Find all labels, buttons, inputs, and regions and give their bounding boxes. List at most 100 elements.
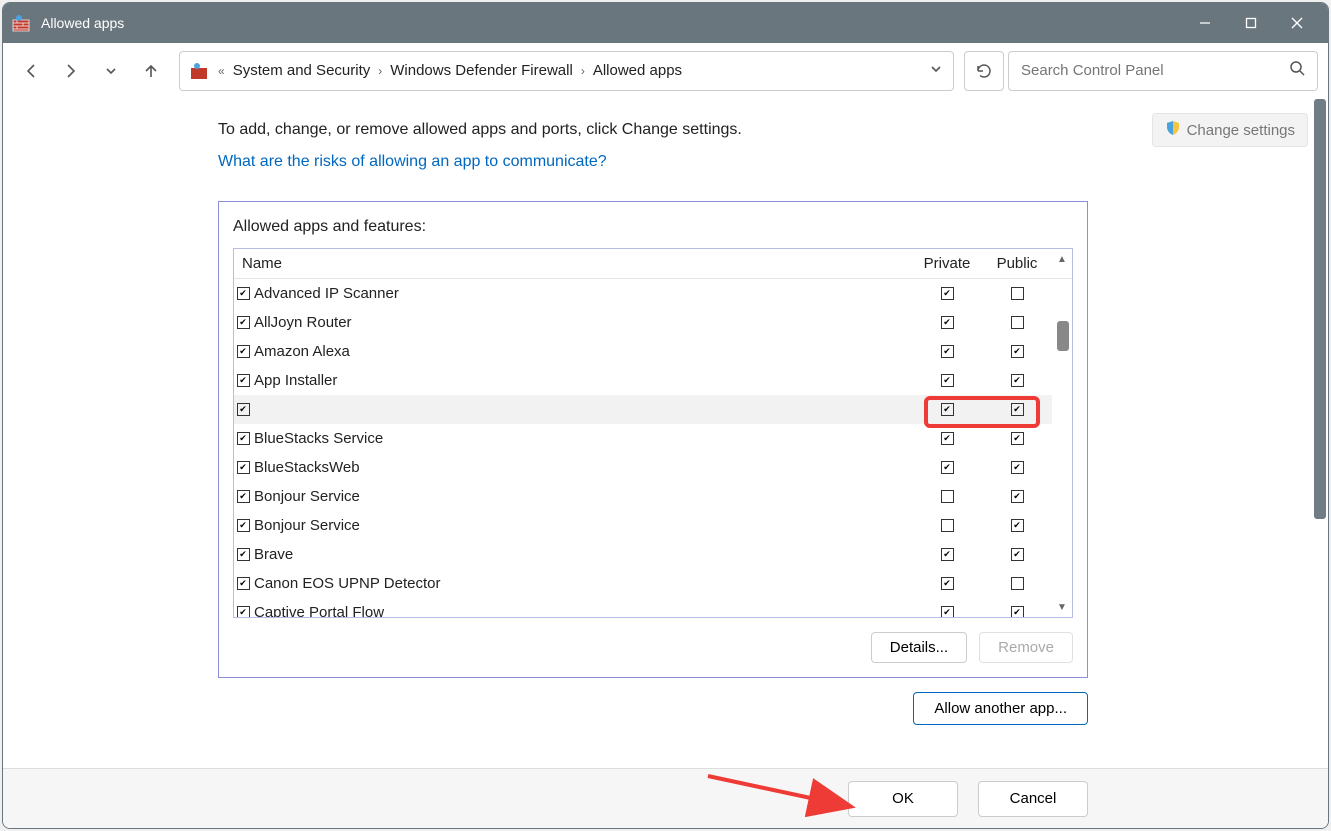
table-row[interactable]: App Installer [234, 366, 1052, 395]
lead-text: To add, change, or remove allowed apps a… [218, 121, 1308, 139]
forward-button[interactable] [53, 53, 89, 89]
table-row[interactable]: Amazon Alexa [234, 337, 1052, 366]
checkbox[interactable] [237, 490, 250, 503]
col-public[interactable]: Public [982, 255, 1052, 272]
checkbox[interactable] [237, 548, 250, 561]
content: To add, change, or remove allowed apps a… [3, 99, 1328, 768]
scroll-up-icon[interactable]: ▲ [1052, 249, 1072, 269]
checkbox[interactable] [237, 287, 250, 300]
change-settings-label: Change settings [1187, 122, 1295, 139]
app-name: Bonjour Service [252, 517, 912, 534]
scroll-down-icon[interactable]: ▼ [1052, 597, 1072, 617]
checkbox[interactable] [1011, 606, 1024, 617]
checkbox[interactable] [941, 287, 954, 300]
back-button[interactable] [13, 53, 49, 89]
checkbox[interactable] [941, 548, 954, 561]
breadcrumb-seg1[interactable]: System and Security [233, 62, 371, 79]
checkbox[interactable] [941, 490, 954, 503]
checkbox[interactable] [1011, 461, 1024, 474]
recent-dropdown[interactable] [93, 53, 129, 89]
list-scrollbar[interactable]: ▲ ▼ [1052, 249, 1072, 617]
checkbox[interactable] [941, 432, 954, 445]
app-name: Canon EOS UPNP Detector [252, 575, 912, 592]
checkbox[interactable] [941, 577, 954, 590]
table-row[interactable]: Bonjour Service [234, 482, 1052, 511]
checkbox[interactable] [1011, 432, 1024, 445]
up-button[interactable] [133, 53, 169, 89]
col-name[interactable]: Name [234, 255, 912, 272]
minimize-button[interactable] [1182, 3, 1228, 43]
remove-button[interactable]: Remove [979, 632, 1073, 663]
checkbox[interactable] [237, 345, 250, 358]
checkbox[interactable] [237, 432, 250, 445]
change-settings-button[interactable]: Change settings [1152, 113, 1308, 147]
chevron-left-icon: « [218, 64, 225, 78]
checkbox[interactable] [237, 403, 250, 416]
checkbox[interactable] [941, 461, 954, 474]
checkbox[interactable] [941, 606, 954, 617]
checkbox[interactable] [941, 519, 954, 532]
app-name: App Installer [252, 372, 912, 389]
panel-title: Allowed apps and features: [233, 218, 1073, 236]
checkbox[interactable] [1011, 374, 1024, 387]
scroll-thumb[interactable] [1057, 321, 1069, 351]
chevron-right-icon: › [378, 64, 382, 78]
checkbox[interactable] [941, 316, 954, 329]
chevron-down-icon[interactable] [929, 62, 943, 79]
ok-button[interactable]: OK [848, 781, 958, 817]
checkbox[interactable] [237, 461, 250, 474]
checkbox[interactable] [1011, 577, 1024, 590]
app-name: BlueStacks Service [252, 430, 912, 447]
checkbox[interactable] [941, 345, 954, 358]
checkbox[interactable] [1011, 490, 1024, 503]
window-scrollbar[interactable] [1312, 99, 1326, 768]
search-input[interactable] [1021, 62, 1289, 79]
app-name: Amazon Alexa [252, 343, 912, 360]
allow-another-app-button[interactable]: Allow another app... [913, 692, 1088, 725]
table-row[interactable]: BlueStacks Service [234, 424, 1052, 453]
risk-link[interactable]: What are the risks of allowing an app to… [218, 153, 607, 171]
allowed-apps-panel: Allowed apps and features: Name Private … [218, 201, 1088, 678]
checkbox[interactable] [1011, 287, 1024, 300]
checkbox[interactable] [1011, 316, 1024, 329]
details-button[interactable]: Details... [871, 632, 967, 663]
breadcrumb-seg3[interactable]: Allowed apps [593, 62, 682, 79]
app-name: Bonjour Service [252, 488, 912, 505]
checkbox[interactable] [1011, 548, 1024, 561]
table-row[interactable] [234, 395, 1052, 424]
window-title: Allowed apps [41, 15, 1182, 31]
table-row[interactable]: BlueStacksWeb [234, 453, 1052, 482]
checkbox[interactable] [237, 577, 250, 590]
window: Allowed apps « System and Security › Win… [2, 2, 1329, 829]
refresh-button[interactable] [964, 51, 1004, 91]
checkbox[interactable] [237, 519, 250, 532]
breadcrumb-seg2[interactable]: Windows Defender Firewall [390, 62, 573, 79]
checkbox[interactable] [941, 374, 954, 387]
app-name: Advanced IP Scanner [252, 285, 912, 302]
checkbox[interactable] [941, 403, 954, 416]
arrow-annotation [703, 768, 863, 818]
checkbox[interactable] [1011, 519, 1024, 532]
table-row[interactable]: Bonjour Service [234, 511, 1052, 540]
table-row[interactable]: Brave [234, 540, 1052, 569]
table-row[interactable]: AllJoyn Router [234, 308, 1052, 337]
list-body[interactable]: Advanced IP Scanner AllJoyn Router Amazon … [234, 279, 1052, 617]
checkbox[interactable] [237, 606, 250, 617]
checkbox[interactable] [237, 374, 250, 387]
checkbox[interactable] [237, 316, 250, 329]
checkbox[interactable] [1011, 345, 1024, 358]
firewall-icon [190, 62, 210, 80]
checkbox[interactable] [1011, 403, 1024, 416]
window-scroll-thumb[interactable] [1314, 99, 1326, 519]
close-button[interactable] [1274, 3, 1320, 43]
address-bar[interactable]: « System and Security › Windows Defender… [179, 51, 954, 91]
search-box[interactable] [1008, 51, 1318, 91]
table-row[interactable]: Captive Portal Flow [234, 598, 1052, 617]
navbar: « System and Security › Windows Defender… [3, 43, 1328, 99]
table-row[interactable]: Canon EOS UPNP Detector [234, 569, 1052, 598]
col-private[interactable]: Private [912, 255, 982, 272]
maximize-button[interactable] [1228, 3, 1274, 43]
apps-listbox: Name Private Public Advanced IP ScannerA… [233, 248, 1073, 618]
table-row[interactable]: Advanced IP Scanner [234, 279, 1052, 308]
cancel-button[interactable]: Cancel [978, 781, 1088, 817]
